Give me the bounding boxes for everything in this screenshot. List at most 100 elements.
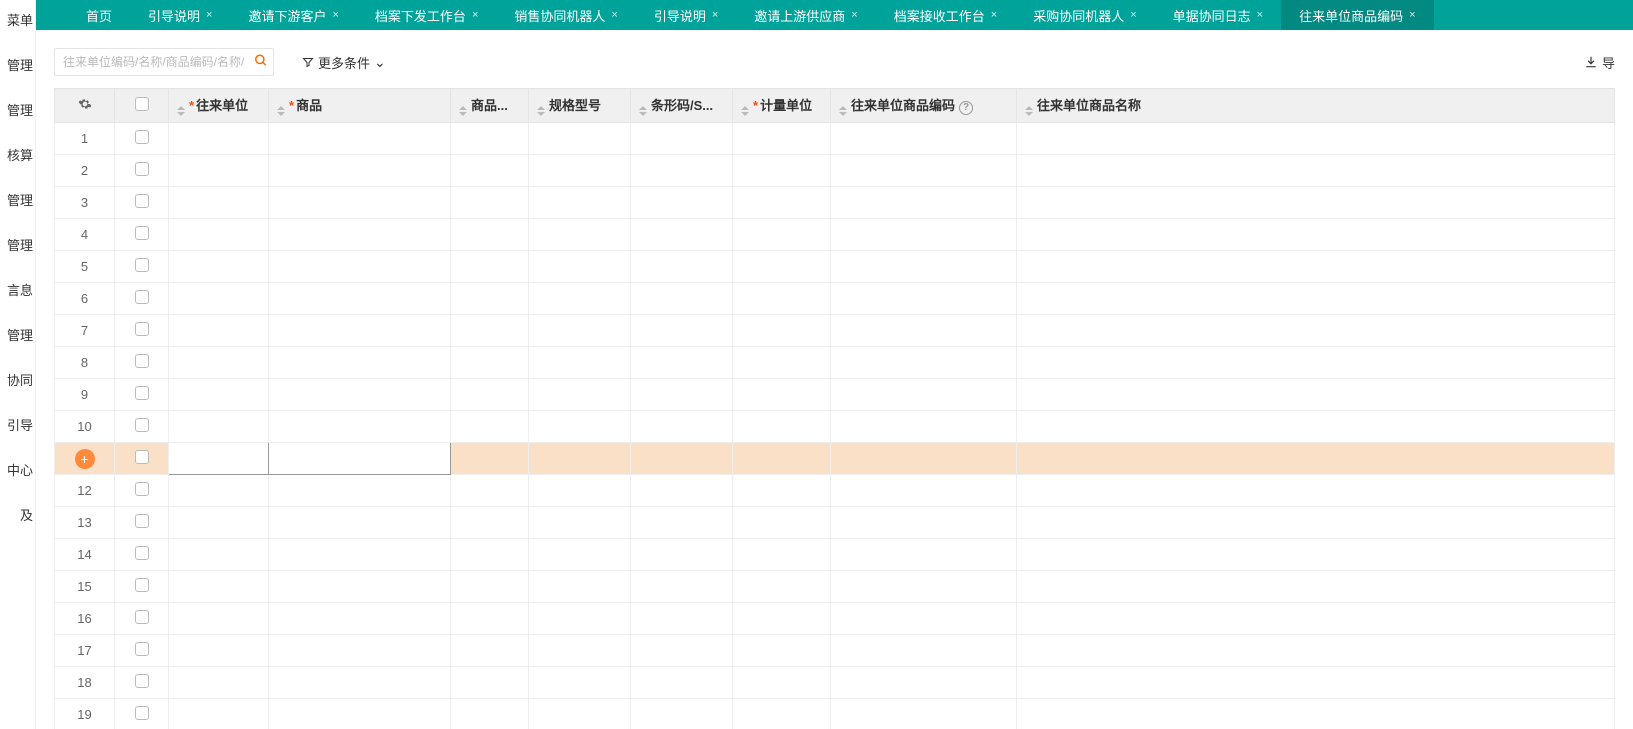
cell-unit_name[interactable] [1017, 571, 1615, 603]
cell-uom[interactable] [733, 635, 831, 667]
cell-spec[interactable] [529, 379, 631, 411]
sidebar-item-5[interactable]: 管理 [0, 231, 35, 258]
cell-spec[interactable] [529, 283, 631, 315]
row-checkbox[interactable] [135, 642, 149, 656]
cell-barcode[interactable] [631, 251, 733, 283]
row-checkbox[interactable] [135, 162, 149, 176]
cell-unit_name[interactable] [1017, 379, 1615, 411]
row-checkbox[interactable] [135, 482, 149, 496]
cell-unit[interactable] [169, 123, 269, 155]
close-icon[interactable]: × [1409, 9, 1415, 21]
cell-check[interactable] [115, 411, 169, 443]
cell-unit_code[interactable] [831, 219, 1017, 251]
tab-3[interactable]: 档案下发工作台× [357, 0, 496, 30]
cell-unit[interactable] [169, 635, 269, 667]
column-header-unit_name[interactable]: 往来单位商品名称 [1017, 89, 1615, 123]
cell-unit_code[interactable] [831, 379, 1017, 411]
row-checkbox[interactable] [135, 194, 149, 208]
cell-unit_code[interactable] [831, 539, 1017, 571]
close-icon[interactable]: × [1130, 9, 1136, 21]
cell-uom[interactable] [733, 603, 831, 635]
cell-barcode[interactable] [631, 411, 733, 443]
row-checkbox[interactable] [135, 226, 149, 240]
sidebar-item-6[interactable]: 言息 [0, 276, 35, 303]
cell-unit[interactable] [169, 379, 269, 411]
close-icon[interactable]: × [611, 9, 617, 21]
cell-check[interactable] [115, 123, 169, 155]
cell-unit_name[interactable] [1017, 219, 1615, 251]
tab-1[interactable]: 引导说明× [130, 0, 230, 30]
sort-icon[interactable] [1025, 106, 1033, 116]
cell-unit_code[interactable] [831, 123, 1017, 155]
cell-uom[interactable] [733, 155, 831, 187]
cell-unit_name[interactable] [1017, 443, 1615, 475]
cell-spec[interactable] [529, 699, 631, 729]
cell-barcode[interactable] [631, 635, 733, 667]
cell-spec[interactable] [529, 219, 631, 251]
tab-6[interactable]: 邀请上游供应商× [736, 0, 875, 30]
cell-prod_attr[interactable] [451, 251, 529, 283]
cell-check[interactable] [115, 539, 169, 571]
cell-product[interactable] [269, 251, 451, 283]
cell-spec[interactable] [529, 251, 631, 283]
cell-prod_attr[interactable] [451, 123, 529, 155]
tab-4[interactable]: 销售协同机器人× [496, 0, 635, 30]
cell-uom[interactable] [733, 411, 831, 443]
cell-unit_name[interactable] [1017, 603, 1615, 635]
cell-prod_attr[interactable] [451, 219, 529, 251]
tab-7[interactable]: 档案接收工作台× [876, 0, 1015, 30]
cell-unit[interactable] [169, 571, 269, 603]
cell-barcode[interactable] [631, 283, 733, 315]
cell-product[interactable] [269, 475, 451, 507]
cell-check[interactable] [115, 379, 169, 411]
sidebar-item-0[interactable]: 菜单 [0, 6, 35, 33]
cell-product[interactable] [269, 379, 451, 411]
cell-spec[interactable] [529, 539, 631, 571]
close-icon[interactable]: × [712, 9, 718, 21]
cell-unit_name[interactable] [1017, 411, 1615, 443]
cell-spec[interactable] [529, 315, 631, 347]
cell-unit_code[interactable] [831, 443, 1017, 475]
sort-icon[interactable] [741, 106, 749, 116]
cell-barcode[interactable] [631, 667, 733, 699]
cell-uom[interactable] [733, 443, 831, 475]
sort-icon[interactable] [459, 106, 467, 116]
cell-unit_code[interactable] [831, 635, 1017, 667]
cell-unit[interactable] [169, 475, 269, 507]
cell-check[interactable] [115, 603, 169, 635]
cell-product[interactable] [269, 443, 451, 475]
cell-prod_attr[interactable] [451, 379, 529, 411]
cell-check[interactable] [115, 507, 169, 539]
sort-icon[interactable] [177, 106, 185, 116]
cell-barcode[interactable] [631, 443, 733, 475]
cell-uom[interactable] [733, 699, 831, 729]
sidebar-item-3[interactable]: 核算 [0, 141, 35, 168]
cell-check[interactable] [115, 219, 169, 251]
cell-uom[interactable] [733, 507, 831, 539]
sidebar-item-7[interactable]: 管理 [0, 321, 35, 348]
cell-check[interactable] [115, 443, 169, 475]
cell-check[interactable] [115, 667, 169, 699]
tab-9[interactable]: 单据协同日志× [1155, 0, 1281, 30]
cell-unit[interactable] [169, 443, 269, 475]
cell-unit[interactable] [169, 603, 269, 635]
cell-product[interactable] [269, 315, 451, 347]
cell-product[interactable] [269, 667, 451, 699]
cell-prod_attr[interactable] [451, 347, 529, 379]
add-row-button[interactable]: + [75, 449, 95, 469]
sidebar-item-8[interactable]: 协同 [0, 366, 35, 393]
cell-spec[interactable] [529, 155, 631, 187]
cell-unit[interactable] [169, 155, 269, 187]
cell-product[interactable] [269, 571, 451, 603]
cell-uom[interactable] [733, 251, 831, 283]
cell-unit[interactable] [169, 411, 269, 443]
cell-uom[interactable] [733, 187, 831, 219]
cell-unit[interactable] [169, 187, 269, 219]
cell-check[interactable] [115, 283, 169, 315]
cell-product[interactable] [269, 283, 451, 315]
row-checkbox[interactable] [135, 322, 149, 336]
cell-unit[interactable] [169, 219, 269, 251]
sidebar-item-2[interactable]: 管理 [0, 96, 35, 123]
row-checkbox[interactable] [135, 290, 149, 304]
cell-unit_code[interactable] [831, 347, 1017, 379]
